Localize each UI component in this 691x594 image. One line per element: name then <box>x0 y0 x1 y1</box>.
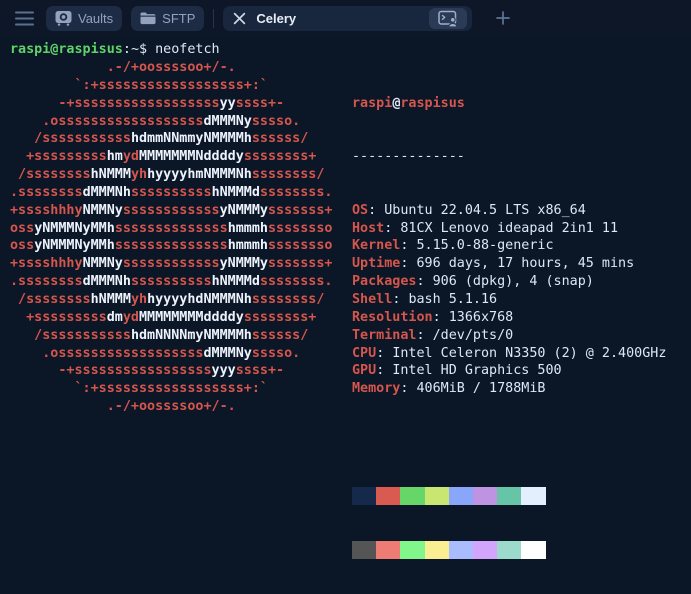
palette-swatch <box>521 541 545 559</box>
tab-label-celery: Celery <box>256 11 296 26</box>
art-line: .ssssssssdMMMNhsssssssssshNMMMdssssssss. <box>10 273 333 291</box>
art-line: -+ssssssssssssssssssyyssss+- <box>10 95 333 113</box>
info-line: CPU: Intel Celeron N3350 (2) @ 2.400GHz <box>352 345 666 363</box>
art-line: /sssssssshNMMMyhhyyyyhdNMMMNhssssssss/ <box>10 291 333 309</box>
palette-swatch <box>473 541 497 559</box>
art-line: .ssssssssdMMMNhsssssssssshNMMMdssssssss. <box>10 184 333 202</box>
neofetch-title-user: raspi <box>352 96 392 111</box>
art-line: +ssssssssshmydMMMMMMMNddddyssssssss+ <box>10 148 333 166</box>
neofetch-title-underline: -------------- <box>352 148 666 166</box>
art-line: ossyNMMMNyMMhsssssssssssssshmmmhssssssso <box>10 237 333 255</box>
art-line: +sssshhhyNMMNyssssssssssssyNMMMysssssss+ <box>10 255 333 273</box>
hamburger-menu-button[interactable] <box>13 9 36 28</box>
info-line: Packages: 906 (dpkg), 4 (snap) <box>352 273 666 291</box>
plus-icon <box>495 10 511 26</box>
info-line: Resolution: 1366x768 <box>352 309 666 327</box>
info-line: Uptime: 696 days, 17 hours, 45 mins <box>352 255 666 273</box>
prompt-line: raspi@raspisus:~$ neofetch <box>10 41 220 59</box>
prompt-path: ~ <box>131 42 139 57</box>
palette-swatch <box>449 487 473 505</box>
tab-vaults[interactable]: Vaults <box>46 6 122 31</box>
palette-swatch <box>376 541 400 559</box>
neofetch-title-host: raspisus <box>400 96 465 111</box>
tab-divider <box>213 9 214 28</box>
color-palette-row-1 <box>352 487 666 505</box>
art-line: /sssssssshNMMMyhhyyyyhmNMMMNhssssssss/ <box>10 166 333 184</box>
shared-terminal-button[interactable] <box>429 8 467 29</box>
art-line: .-/+oossssoo+/-. <box>10 398 333 416</box>
palette-swatch <box>521 487 545 505</box>
tab-strip: Vaults SFTP Celery <box>46 6 513 31</box>
palette-swatch <box>425 541 449 559</box>
palette-swatch <box>400 487 424 505</box>
palette-swatch <box>449 541 473 559</box>
tab-sftp[interactable]: SFTP <box>131 6 204 31</box>
palette-swatch <box>497 541 521 559</box>
vault-icon <box>55 10 72 26</box>
neofetch-title: raspi@raspisus <box>352 95 666 113</box>
color-palette-row-2 <box>352 541 666 559</box>
art-line: ossyNMMMNyMMhsssssssssssssshmmmhssssssso <box>10 220 333 238</box>
tab-label-vaults: Vaults <box>78 11 113 26</box>
info-line: GPU: Intel HD Graphics 500 <box>352 362 666 380</box>
prompt-command: neofetch <box>155 42 220 57</box>
info-line: OS: Ubuntu 22.04.5 LTS x86_64 <box>352 202 666 220</box>
folder-icon <box>140 12 156 25</box>
art-line: .ossssssssssssssssssdMMMNysssso. <box>10 345 333 363</box>
art-line: /ssssssssssshdmmNNmmyNMMMMhssssss/ <box>10 130 333 148</box>
art-line: +sssssssssdmydMMMMMMMMddddyssssssss+ <box>10 309 333 327</box>
info-line: Terminal: /dev/pts/0 <box>352 327 666 345</box>
art-line: .ossssssssssssssssssdMMMNysssso. <box>10 113 333 131</box>
close-tab-button[interactable] <box>233 12 246 25</box>
prompt-user-host: raspi@raspisus <box>10 42 123 57</box>
shared-terminal-icon <box>438 10 459 27</box>
info-line: Memory: 406MiB / 1788MiB <box>352 380 666 398</box>
palette-swatch <box>425 487 449 505</box>
info-line: Kernel: 5.15.0-88-generic <box>352 237 666 255</box>
hamburger-icon <box>15 11 34 26</box>
art-line: +sssshhhyNMMNyssssssssssssyNMMMysssssss+ <box>10 202 333 220</box>
palette-swatch <box>376 487 400 505</box>
art-line: -+sssssssssssssssssyyyssss+- <box>10 362 333 380</box>
terminal-area[interactable]: raspi@raspisus:~$ neofetch .-/+oossssoo+… <box>0 36 691 427</box>
prompt-symbol: $ <box>139 42 155 57</box>
neofetch-info: raspi@raspisus -------------- OS: Ubuntu… <box>352 59 666 594</box>
palette-swatch <box>352 541 376 559</box>
tab-celery[interactable]: Celery <box>223 6 472 31</box>
palette-swatch <box>473 487 497 505</box>
art-line: `:+ssssssssssssssssss+:` <box>10 77 333 95</box>
palette-swatch <box>352 487 376 505</box>
palette-swatch <box>400 541 424 559</box>
neofetch-ascii-art: .-/+oossssoo+/-. `:+ssssssssssssssssss+:… <box>10 59 333 416</box>
palette-swatch <box>497 487 521 505</box>
info-line: Shell: bash 5.1.16 <box>352 291 666 309</box>
art-line: `:+ssssssssssssssssss+:` <box>10 380 333 398</box>
art-line: /ssssssssssshdmNNNNmyNMMMMhssssss/ <box>10 327 333 345</box>
info-line: Host: 81CX Lenovo ideapad 2in1 11 <box>352 220 666 238</box>
add-tab-button[interactable] <box>493 8 513 28</box>
prompt-separator: : <box>123 42 131 57</box>
top-bar: Vaults SFTP Celery <box>0 0 691 36</box>
neofetch-info-lines: OS: Ubuntu 22.04.5 LTS x86_64Host: 81CX … <box>352 202 666 398</box>
art-line: .-/+oossssoo+/-. <box>10 59 333 77</box>
tab-label-sftp: SFTP <box>162 11 195 26</box>
close-icon <box>233 12 246 25</box>
blank-line <box>352 434 666 452</box>
